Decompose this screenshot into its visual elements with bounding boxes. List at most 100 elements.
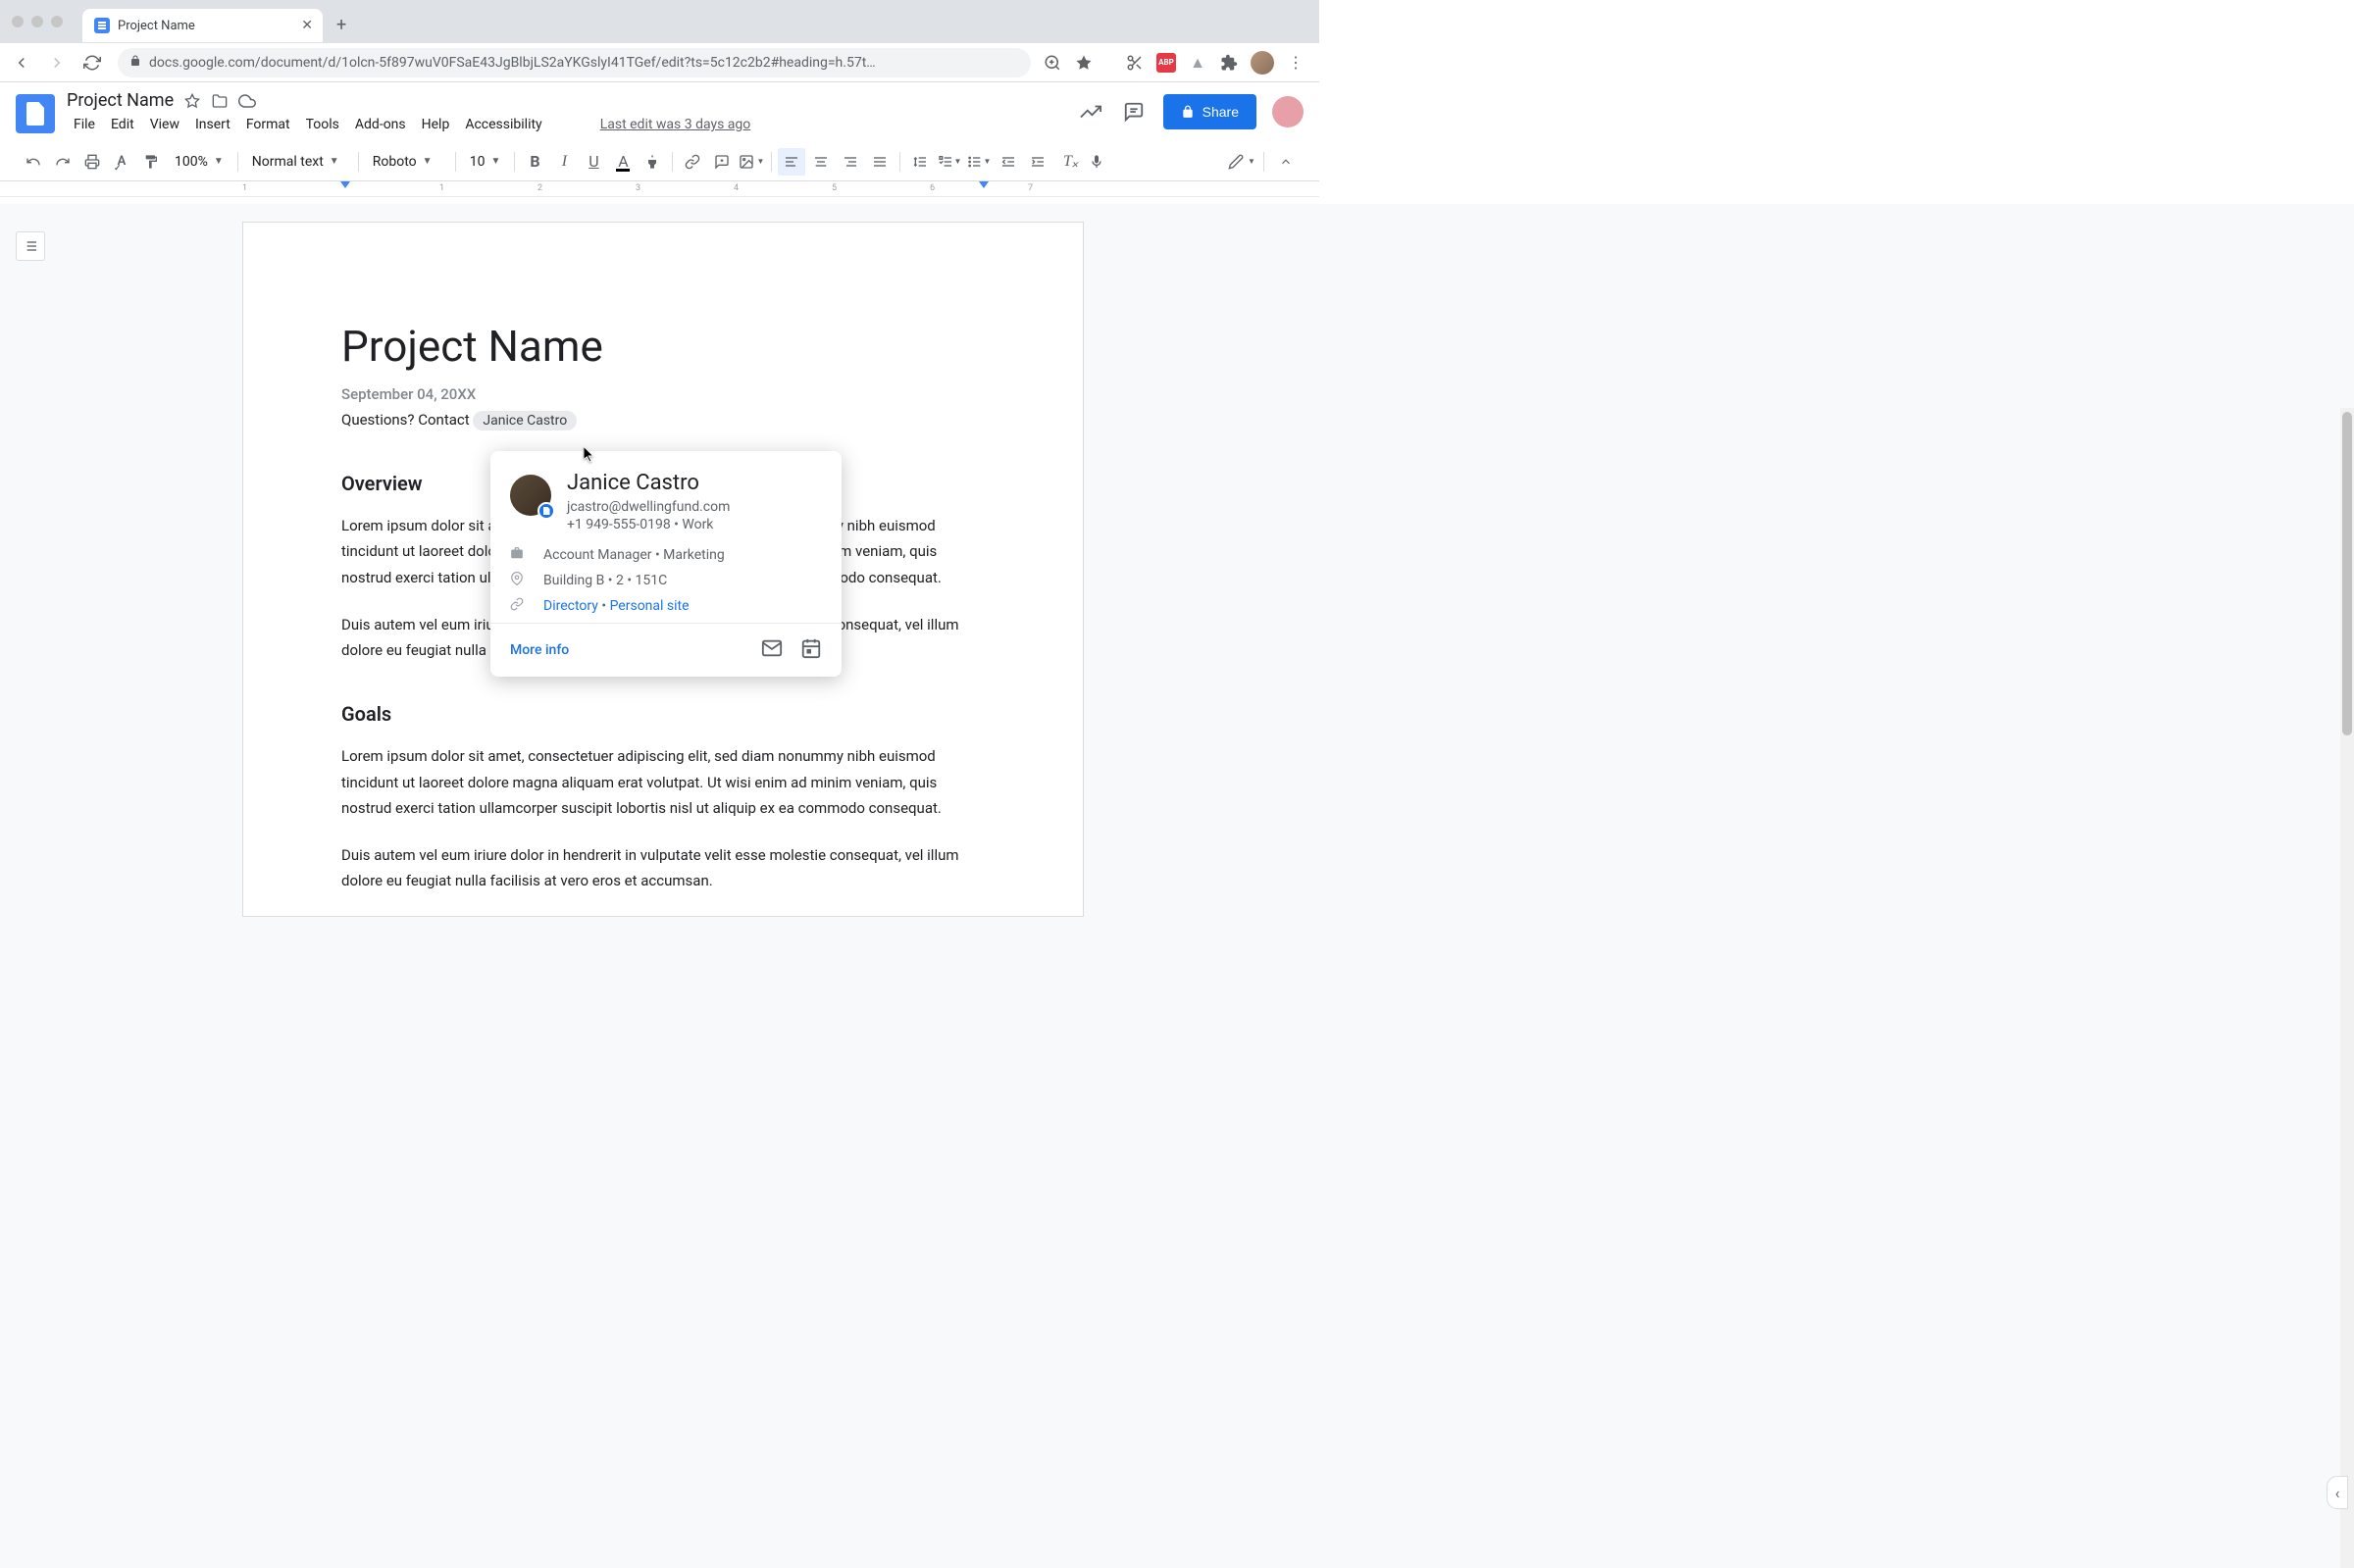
align-right-button[interactable] [837,148,864,176]
document-outline-button[interactable] [16,231,45,261]
doc-date[interactable]: September 04, 20XX [341,385,985,403]
ruler-tick: 3 [636,183,640,193]
back-button[interactable] [8,49,35,76]
horizontal-ruler[interactable]: 1 1 2 3 4 5 6 7 [0,181,1319,197]
bold-button[interactable]: B [521,148,548,176]
people-smart-chip[interactable]: Janice Castro [473,411,577,430]
fontsize-select[interactable]: 10▼ [462,148,509,176]
drive-icon[interactable]: ▲ [1188,53,1207,73]
bookmark-star-icon[interactable] [1074,53,1094,73]
voice-typing-button[interactable] [1083,148,1110,176]
contact-prefix: Questions? Contact [341,411,470,429]
menu-insert[interactable]: Insert [188,113,237,136]
underline-button[interactable]: U [580,148,607,176]
ruler-tick: 1 [242,183,247,193]
docs-logo[interactable] [16,94,55,133]
align-center-button[interactable] [807,148,835,176]
directory-link[interactable]: Directory [543,598,598,614]
link-icon [510,597,526,615]
share-button[interactable]: Share [1163,94,1256,129]
decrease-indent-button[interactable] [995,148,1022,176]
highlight-button[interactable] [639,148,666,176]
checklist-button[interactable]: ▼ [936,148,963,176]
abp-extension-icon[interactable]: ABP [1156,53,1176,73]
contact-phone: +1 949-555-0198 • Work [567,517,730,532]
italic-button[interactable]: I [550,148,578,176]
share-label: Share [1203,104,1239,120]
image-button[interactable]: ▼ [738,148,765,176]
clear-format-button[interactable]: T✕ [1053,148,1081,176]
font-select[interactable]: Roboto▼ [365,148,449,176]
menu-accessibility[interactable]: Accessibility [458,113,548,136]
increase-indent-button[interactable] [1024,148,1051,176]
line-spacing-button[interactable] [906,148,934,176]
left-indent-marker[interactable] [340,181,350,191]
title-row: Project Name [67,90,1077,111]
menu-addons[interactable]: Add-ons [348,113,413,136]
move-icon[interactable] [211,92,229,110]
browser-toolbar: docs.google.com/document/d/1olcn-5f897wu… [0,43,1319,82]
menu-edit[interactable]: Edit [104,113,141,136]
scissors-icon[interactable] [1125,53,1145,73]
contact-email[interactable]: jcastro@dwellingfund.com [567,499,730,515]
email-action-icon[interactable] [761,637,783,663]
browser-tab-strip: Project Name ✕ + [0,0,1319,43]
contact-name: Janice Castro [567,471,730,495]
comment-button[interactable] [708,148,736,176]
text-color-button[interactable]: A [609,148,637,176]
document-title[interactable]: Project Name [67,90,174,111]
menu-format[interactable]: Format [239,113,297,136]
bulleted-list-button[interactable]: ▼ [965,148,993,176]
address-bar[interactable]: docs.google.com/document/d/1olcn-5f897wu… [118,48,1031,77]
doc-heading-title[interactable]: Project Name [341,321,985,372]
extensions-icon[interactable] [1219,53,1239,73]
scrollbar-thumb[interactable] [2342,412,2352,735]
vertical-scrollbar[interactable] [2340,408,2354,1568]
spellcheck-button[interactable]: A✓ [108,148,135,176]
link-button[interactable] [679,148,706,176]
browser-profile-avatar[interactable] [1251,51,1274,75]
print-button[interactable] [78,148,106,176]
zoom-select[interactable]: 100%▼ [167,148,231,176]
window-close-dot[interactable] [12,16,24,27]
doc-contact-line[interactable]: Questions? Contact Janice Castro [341,411,985,430]
browser-tab[interactable]: Project Name ✕ [82,9,323,42]
section-heading-goals[interactable]: Goals [341,702,985,726]
paragraph[interactable]: Lorem ipsum dolor sit amet, consectetuer… [341,743,985,821]
editing-mode-button[interactable]: ▼ [1228,148,1255,176]
more-info-link[interactable]: More info [510,642,569,658]
ruler-tick: 6 [930,183,935,193]
personal-site-link[interactable]: Personal site [610,598,690,614]
collapse-toolbar-button[interactable] [1272,148,1300,176]
undo-button[interactable] [20,148,47,176]
menu-file[interactable]: File [67,113,102,136]
explore-collapse-button[interactable]: ‹ [2327,1476,2348,1509]
reload-button[interactable] [78,49,106,76]
align-justify-button[interactable] [866,148,894,176]
account-avatar[interactable] [1272,96,1304,127]
zoom-icon[interactable] [1043,53,1062,73]
tab-close-icon[interactable]: ✕ [301,18,313,33]
last-edit-text[interactable]: Last edit was 3 days ago [600,117,751,132]
contact-hover-card: Janice Castro jcastro@dwellingfund.com +… [490,451,842,677]
right-indent-marker[interactable] [979,181,989,191]
comments-icon[interactable] [1120,98,1148,126]
window-controls[interactable] [12,16,63,27]
browser-menu-icon[interactable]: ⋮ [1286,53,1305,73]
window-max-dot[interactable] [51,16,63,27]
cloud-icon[interactable] [238,92,256,110]
align-left-button[interactable] [778,148,805,176]
new-tab-button[interactable]: + [336,15,346,35]
redo-button[interactable] [49,148,77,176]
paint-format-button[interactable] [137,148,165,176]
window-min-dot[interactable] [31,16,43,27]
forward-button[interactable] [43,49,71,76]
style-select[interactable]: Normal text▼ [244,148,352,176]
activity-icon[interactable] [1077,98,1104,126]
calendar-action-icon[interactable] [800,637,822,663]
menu-help[interactable]: Help [415,113,457,136]
star-icon[interactable] [183,92,201,110]
menu-view[interactable]: View [143,113,186,136]
paragraph[interactable]: Duis autem vel eum iriure dolor in hendr… [341,842,985,894]
menu-tools[interactable]: Tools [299,113,346,136]
